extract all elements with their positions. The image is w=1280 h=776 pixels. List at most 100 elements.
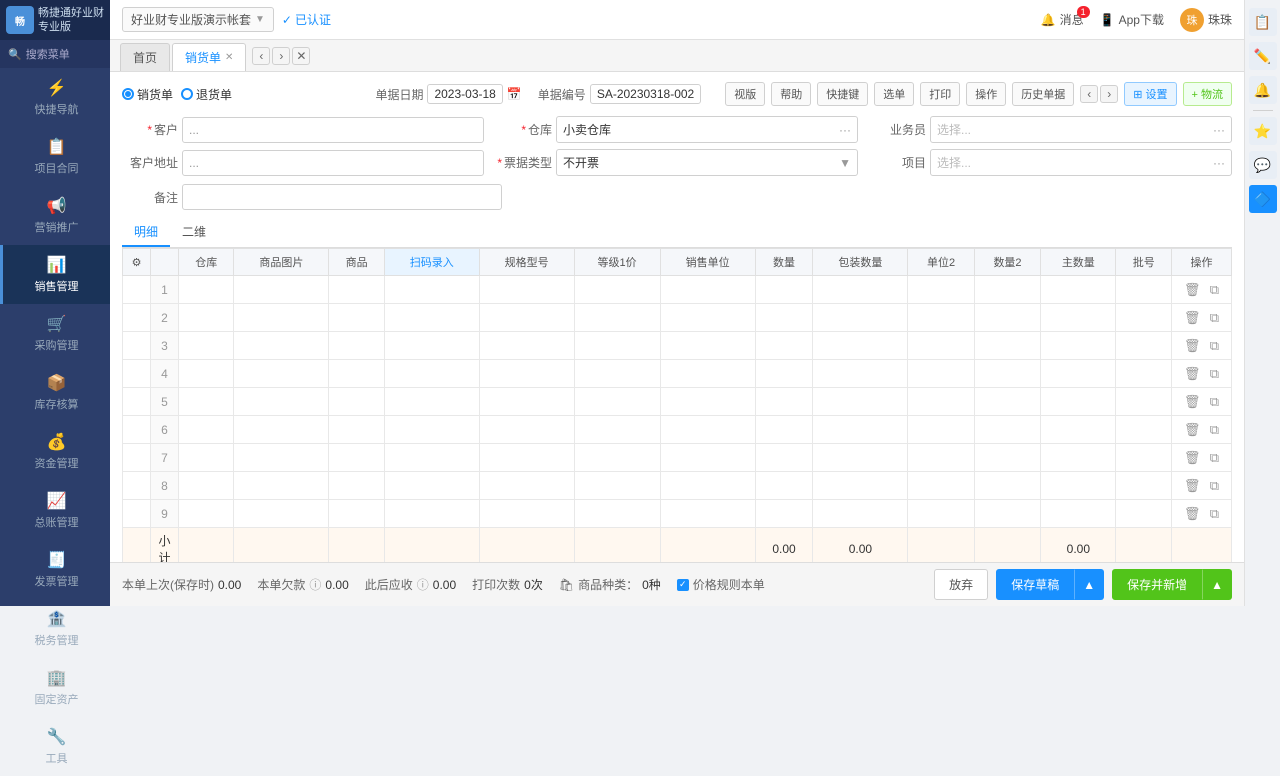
row-unit2[interactable]	[908, 472, 974, 500]
customer-input[interactable]: ...	[182, 117, 484, 143]
col-spec-th[interactable]: 规格型号	[479, 249, 574, 276]
history-btn[interactable]: 历史单据	[1012, 82, 1074, 106]
row-spec[interactable]	[479, 416, 574, 444]
row-copy-btn[interactable]: ⧉	[1207, 421, 1222, 439]
row-scan[interactable]	[384, 500, 479, 528]
row-warehouse[interactable]	[179, 276, 234, 304]
sidebar-item-sales[interactable]: 📊 销售管理	[0, 245, 110, 304]
row-unit[interactable]	[660, 360, 755, 388]
row-qty[interactable]	[755, 444, 813, 472]
row-main-qty[interactable]	[1041, 276, 1116, 304]
col-unit2-th[interactable]: 单位2	[908, 249, 974, 276]
row-warehouse[interactable]	[179, 500, 234, 528]
row-delete-btn[interactable]: 🗑	[1181, 477, 1204, 495]
row-price[interactable]	[574, 416, 660, 444]
col-qty2-th[interactable]: 数量2	[974, 249, 1040, 276]
sidebar-item-purchase[interactable]: 🛒 采购管理	[0, 304, 110, 363]
messages-btn[interactable]: 🔔 消息 1	[1041, 11, 1084, 28]
row-qty[interactable]	[755, 304, 813, 332]
row-unit2[interactable]	[908, 444, 974, 472]
row-qty2[interactable]	[974, 472, 1040, 500]
row-unit[interactable]	[660, 388, 755, 416]
row-qty[interactable]	[755, 472, 813, 500]
row-batch[interactable]	[1116, 472, 1172, 500]
row-warehouse[interactable]	[179, 388, 234, 416]
row-price[interactable]	[574, 444, 660, 472]
address-input[interactable]: ...	[182, 150, 484, 176]
row-main-qty[interactable]	[1041, 500, 1116, 528]
row-copy-btn[interactable]: ⧉	[1207, 393, 1222, 411]
row-unit2[interactable]	[908, 360, 974, 388]
row-copy-btn[interactable]: ⧉	[1207, 337, 1222, 355]
row-delete-btn[interactable]: 🗑	[1181, 393, 1204, 411]
tab-home[interactable]: 首页	[120, 43, 170, 71]
save-new-arrow-btn[interactable]: ▲	[1202, 569, 1232, 600]
remark-input[interactable]	[182, 184, 502, 210]
row-delete-btn[interactable]: 🗑	[1181, 505, 1204, 523]
row-spec[interactable]	[479, 388, 574, 416]
row-scan[interactable]	[384, 276, 479, 304]
row-delete-btn[interactable]: 🗑	[1181, 365, 1204, 383]
tab-close-icon[interactable]: ✕	[225, 52, 233, 63]
row-warehouse[interactable]	[179, 304, 234, 332]
row-main-qty[interactable]	[1041, 360, 1116, 388]
row-spec[interactable]	[479, 332, 574, 360]
sidebar-item-ledger[interactable]: 📈 总账管理	[0, 481, 110, 540]
row-image[interactable]	[234, 472, 329, 500]
operation-btn[interactable]: 操作	[966, 82, 1006, 106]
row-unit[interactable]	[660, 332, 755, 360]
col-scan-th[interactable]: 扫码录入	[384, 249, 479, 276]
price-check-checkbox[interactable]: ✓	[677, 579, 689, 591]
user-btn[interactable]: 珠 珠珠	[1180, 8, 1232, 32]
row-qty[interactable]	[755, 360, 813, 388]
right-panel-btn-2[interactable]: ✏️	[1249, 42, 1277, 70]
col-unit-th[interactable]: 销售单位	[660, 249, 755, 276]
row-pack-qty[interactable]	[813, 500, 908, 528]
row-main-qty[interactable]	[1041, 304, 1116, 332]
row-pack-qty[interactable]	[813, 360, 908, 388]
radio-return-order[interactable]: 退货单	[181, 86, 232, 103]
sidebar-item-project[interactable]: 📋 项目合同	[0, 127, 110, 186]
sidebar-item-fixed-assets[interactable]: 🏢 固定资产	[0, 658, 110, 717]
next-tab-btn[interactable]: ›	[272, 47, 290, 65]
sidebar-item-quick-nav[interactable]: ⚡ 快捷导航	[0, 68, 110, 127]
row-delete-btn[interactable]: 🗑	[1181, 309, 1204, 327]
app-download-btn[interactable]: 📱 App下载	[1100, 11, 1164, 28]
save-new-btn[interactable]: 保存并新增	[1112, 569, 1202, 600]
sidebar-item-tax[interactable]: 🏦 税务管理	[0, 599, 110, 658]
abandon-btn[interactable]: 放弃	[934, 569, 988, 600]
row-image[interactable]	[234, 360, 329, 388]
row-qty2[interactable]	[974, 416, 1040, 444]
row-product[interactable]	[329, 332, 384, 360]
row-image[interactable]	[234, 304, 329, 332]
sidebar-item-tools[interactable]: 🔧 工具	[0, 717, 110, 776]
col-qty-th[interactable]: 数量	[755, 249, 813, 276]
row-image[interactable]	[234, 416, 329, 444]
radio-sales-order[interactable]: 销货单	[122, 86, 173, 103]
sidebar-search[interactable]: 🔍 搜索菜单	[0, 40, 110, 68]
shortcut-btn[interactable]: 快捷键	[817, 82, 868, 106]
row-qty2[interactable]	[974, 388, 1040, 416]
row-copy-btn[interactable]: ⧉	[1207, 505, 1222, 523]
table-scroll[interactable]: ⚙ 仓库 商品图片 商品 扫码录入 规格型号 等级1价 销售单位 数量 包装数量…	[122, 248, 1232, 562]
row-unit[interactable]	[660, 304, 755, 332]
row-batch[interactable]	[1116, 388, 1172, 416]
invoice-select[interactable]: 不开票 ▼	[556, 149, 858, 176]
select-btn[interactable]: 选单	[874, 82, 914, 106]
row-qty[interactable]	[755, 388, 813, 416]
row-qty2[interactable]	[974, 304, 1040, 332]
row-qty2[interactable]	[974, 360, 1040, 388]
row-qty[interactable]	[755, 332, 813, 360]
row-qty[interactable]	[755, 276, 813, 304]
row-pack-qty[interactable]	[813, 276, 908, 304]
add-rows-btn[interactable]: + 物流	[1183, 82, 1232, 106]
row-batch[interactable]	[1116, 276, 1172, 304]
col-price-th[interactable]: 等级1价	[574, 249, 660, 276]
print-btn[interactable]: 打印	[920, 82, 960, 106]
row-qty2[interactable]	[974, 332, 1040, 360]
col-settings-th[interactable]: ⚙	[123, 249, 151, 276]
right-panel-btn-5[interactable]: 💬	[1249, 151, 1277, 179]
row-scan[interactable]	[384, 444, 479, 472]
row-unit2[interactable]	[908, 304, 974, 332]
row-spec[interactable]	[479, 472, 574, 500]
